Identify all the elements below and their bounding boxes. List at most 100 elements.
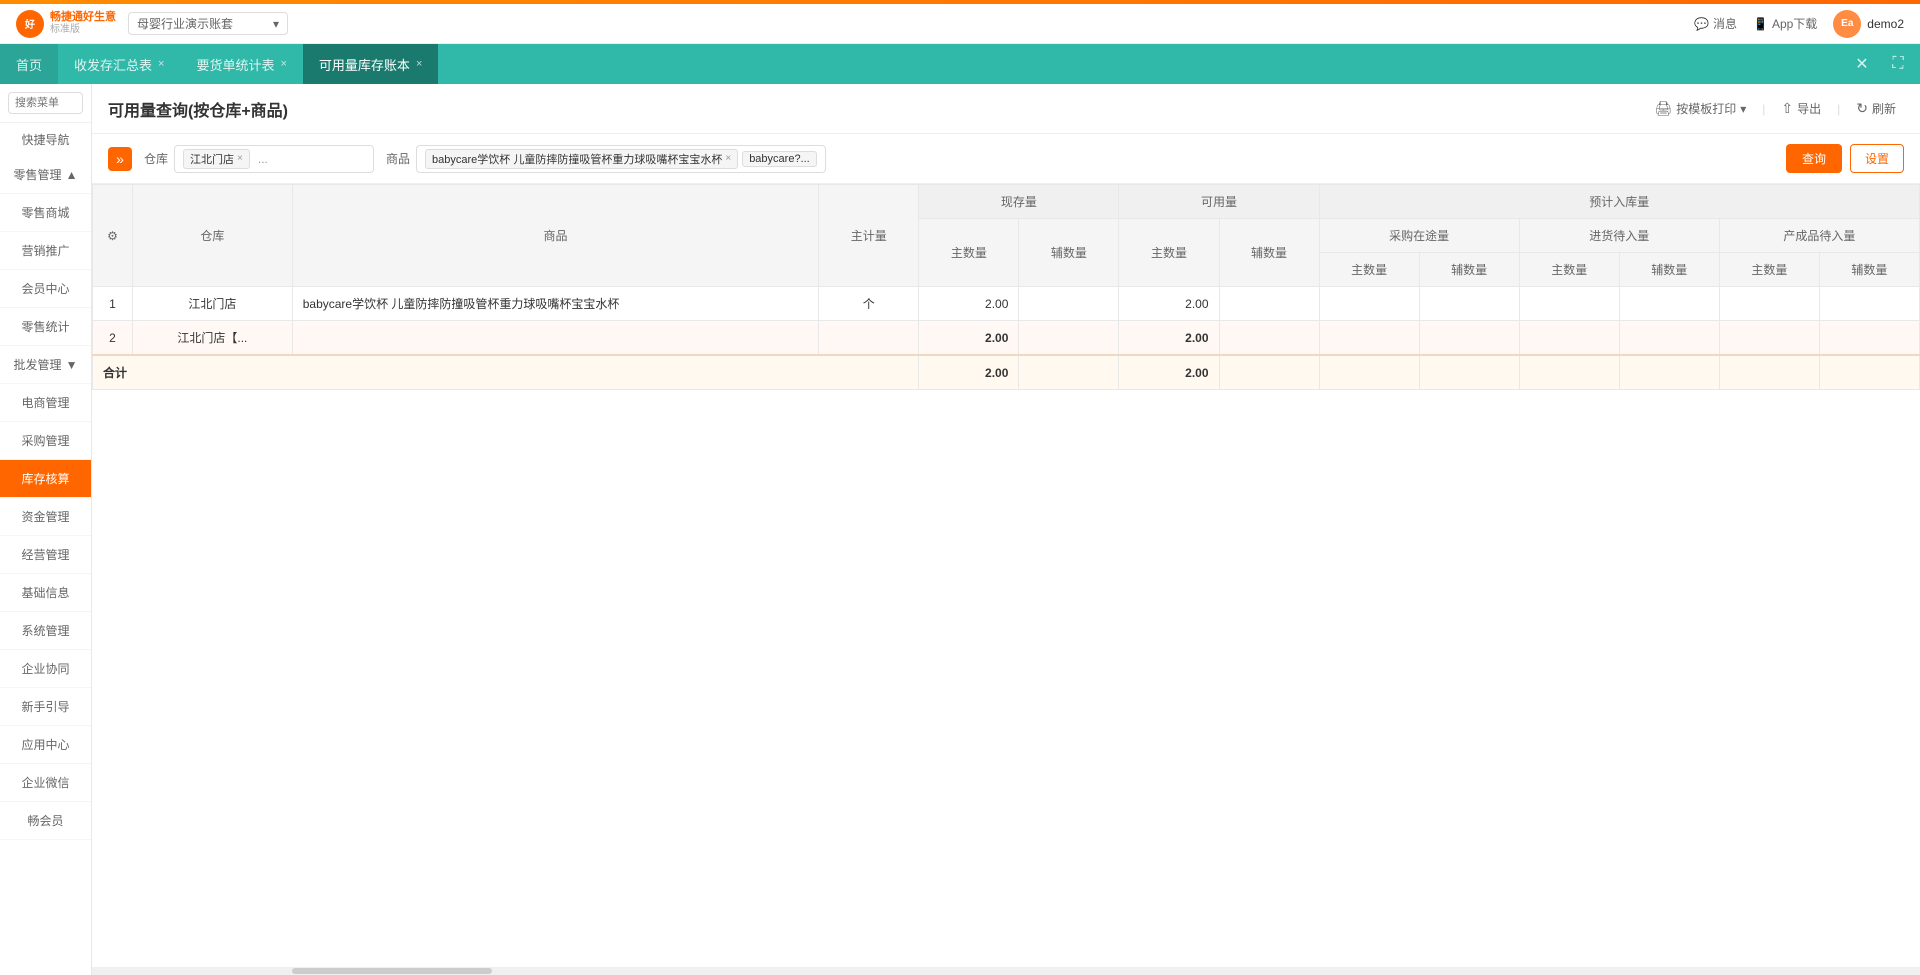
main-layout: 快捷导航 零售管理 ▲ 零售商城 营销推广 会员中心 零售统计 批发管理 ▼ 电… — [0, 84, 1920, 975]
available-qty-group-header: 可用量 — [1119, 185, 1319, 219]
close-tab-available-stock[interactable]: × — [416, 58, 422, 70]
product-tag-1: babycare学饮杯 儿童防摔防撞吸管杯重力球吸嘴杯宝宝水杯 × — [425, 149, 738, 169]
current-aux-qty-header: 辅数量 — [1019, 219, 1119, 287]
row2-product-main — [1719, 321, 1819, 356]
refresh-button[interactable]: ↻ 刷新 — [1848, 96, 1904, 121]
purchase-in-transit-header: 采购在途量 — [1319, 219, 1519, 253]
message-icon: 💬 — [1694, 17, 1709, 31]
footer-label: 合计 — [93, 355, 919, 390]
table-row: 1 江北门店 babycare学饮杯 儿童防摔防撞吸管杯重力球吸嘴杯宝宝水杯 个… — [93, 287, 1920, 321]
sidebar-item-business[interactable]: 经营管理 — [0, 536, 91, 574]
nav-tabs-actions: ✕ ⛶ — [1848, 50, 1920, 78]
sidebar-item-retail-mall[interactable]: 零售商城 — [0, 194, 91, 232]
tenant-selector[interactable]: 母婴行业演示账套 ▾ — [128, 12, 288, 35]
product-tag-2: babycare?... — [742, 151, 817, 167]
horizontal-scrollbar[interactable] — [92, 967, 1920, 975]
product-filter: 商品 babycare学饮杯 儿童防摔防撞吸管杯重力球吸嘴杯宝宝水杯 × bab… — [386, 145, 826, 173]
pending-arrival-header: 进货待入量 — [1519, 219, 1719, 253]
user-profile[interactable]: Ea demo2 — [1833, 10, 1904, 38]
query-button[interactable]: 查询 — [1786, 144, 1842, 173]
remove-product-tag-1[interactable]: × — [725, 153, 731, 164]
sidebar-item-inventory[interactable]: 库存核算 — [0, 460, 91, 498]
settings-column-header[interactable]: ⚙ — [93, 185, 133, 287]
row1-product-main — [1719, 287, 1819, 321]
product-main-qty-header: 主数量 — [1719, 253, 1819, 287]
username-label: demo2 — [1867, 17, 1904, 31]
close-tab-receipt-summary[interactable]: × — [158, 58, 164, 70]
tab-home[interactable]: 首页 — [0, 44, 58, 84]
sidebar-item-app-center[interactable]: 应用中心 — [0, 726, 91, 764]
row1-current-aux — [1019, 287, 1119, 321]
sidebar-item-enterprise-wechat[interactable]: 企业微信 — [0, 764, 91, 802]
chevron-down-icon: ▾ — [273, 17, 279, 31]
page-title: 可用量查询(按仓库+商品) — [108, 97, 288, 121]
row2-available-main: 2.00 — [1119, 321, 1219, 356]
arrival-main-qty-header: 主数量 — [1519, 253, 1619, 287]
message-button[interactable]: 💬 消息 — [1694, 15, 1737, 32]
row2-product-aux — [1819, 321, 1919, 356]
sidebar-item-wholesale-mgmt[interactable]: 批发管理 ▼ — [0, 346, 91, 384]
product-input-area[interactable]: babycare学饮杯 儿童防摔防撞吸管杯重力球吸嘴杯宝宝水杯 × babyca… — [416, 145, 826, 173]
sidebar-item-member-center[interactable]: 会员中心 — [0, 270, 91, 308]
arrival-aux-qty-header: 辅数量 — [1619, 253, 1719, 287]
expand-filter-button[interactable]: » — [108, 147, 132, 171]
tab-available-stock[interactable]: 可用量库存账本 × — [303, 44, 438, 84]
page-actions: 🖨 按模板打印 ▾ | ⇧ 导出 | ↻ 刷新 — [1646, 96, 1904, 121]
sidebar-item-ecommerce[interactable]: 电商管理 — [0, 384, 91, 422]
sidebar-item-shortcut[interactable]: 快捷导航 — [0, 123, 91, 156]
close-tab-order-stats[interactable]: × — [280, 58, 286, 70]
sidebar-item-system[interactable]: 系统管理 — [0, 612, 91, 650]
chevron-down-icon: ▾ — [1740, 102, 1746, 116]
avatar: Ea — [1833, 10, 1861, 38]
row2-current-main: 2.00 — [919, 321, 1019, 356]
current-stock-group-header: 现存量 — [919, 185, 1119, 219]
chevron-down-icon: ▼ — [66, 358, 78, 372]
sidebar-item-finance[interactable]: 资金管理 — [0, 498, 91, 536]
scrollbar-thumb[interactable] — [292, 968, 492, 974]
logo-icon: 好 — [16, 10, 44, 38]
search-input[interactable] — [8, 92, 83, 114]
sidebar-item-marketing[interactable]: 营销推广 — [0, 232, 91, 270]
refresh-icon: ↻ — [1856, 100, 1868, 117]
print-icon: 🖨 — [1654, 100, 1672, 117]
table-area: ⚙ 仓库 商品 主计量 现存量 可用量 预计入库量 主数量 辅数量 主数量 辅数… — [92, 184, 1920, 967]
sidebar-item-retail-stats[interactable]: 零售统计 — [0, 308, 91, 346]
warehouse-column-header: 仓库 — [133, 185, 293, 287]
footer-product-aux — [1819, 355, 1919, 390]
row1-purchase-aux — [1419, 287, 1519, 321]
sidebar: 快捷导航 零售管理 ▲ 零售商城 营销推广 会员中心 零售统计 批发管理 ▼ 电… — [0, 84, 92, 975]
sidebar-item-basic-info[interactable]: 基础信息 — [0, 574, 91, 612]
fullscreen-button[interactable]: ⛶ — [1884, 50, 1912, 78]
current-main-qty-header: 主数量 — [919, 219, 1019, 287]
sidebar-item-purchase-mgmt[interactable]: 采购管理 — [0, 422, 91, 460]
warehouse-input-area[interactable]: 江北门店 × ... — [174, 145, 374, 173]
close-all-tabs-button[interactable]: ✕ — [1848, 50, 1876, 78]
remove-warehouse-tag[interactable]: × — [237, 153, 243, 164]
row1-arrival-main — [1519, 287, 1619, 321]
template-print-button[interactable]: 🖨 按模板打印 ▾ — [1646, 96, 1754, 121]
row2-purchase-main — [1319, 321, 1419, 356]
chevron-up-icon: ▲ — [66, 168, 78, 182]
sidebar-item-new-guide[interactable]: 新手引导 — [0, 688, 91, 726]
warehouse-filter-label: 仓库 — [144, 150, 168, 167]
row2-available-aux — [1219, 321, 1319, 356]
filter-bar: » 仓库 江北门店 × ... 商品 babycare学饮杯 儿童防摔防撞吸管杯… — [92, 134, 1920, 184]
divider1: | — [1762, 102, 1765, 116]
export-button[interactable]: ⇧ 导出 — [1773, 96, 1829, 121]
logo-area: 好 畅捷通好生意 标准版 — [16, 10, 116, 38]
sidebar-item-enterprise-collab[interactable]: 企业协同 — [0, 650, 91, 688]
footer-arrival-main — [1519, 355, 1619, 390]
sidebar-search-area — [0, 84, 91, 123]
row2-current-aux — [1019, 321, 1119, 356]
download-icon: 📱 — [1753, 17, 1768, 31]
app-download-button[interactable]: 📱 App下载 — [1753, 15, 1817, 32]
sidebar-item-vip-member[interactable]: 畅会员 — [0, 802, 91, 840]
row2-product — [292, 321, 819, 356]
sidebar-item-retail-mgmt[interactable]: 零售管理 ▲ — [0, 156, 91, 194]
footer-available-aux — [1219, 355, 1319, 390]
footer-purchase-aux — [1419, 355, 1519, 390]
warehouse-more-indicator[interactable]: ... — [258, 152, 268, 166]
tab-order-stats[interactable]: 要货单统计表 × — [180, 44, 302, 84]
settings-button[interactable]: 设置 — [1850, 144, 1904, 173]
tab-receipt-summary[interactable]: 收发存汇总表 × — [58, 44, 180, 84]
